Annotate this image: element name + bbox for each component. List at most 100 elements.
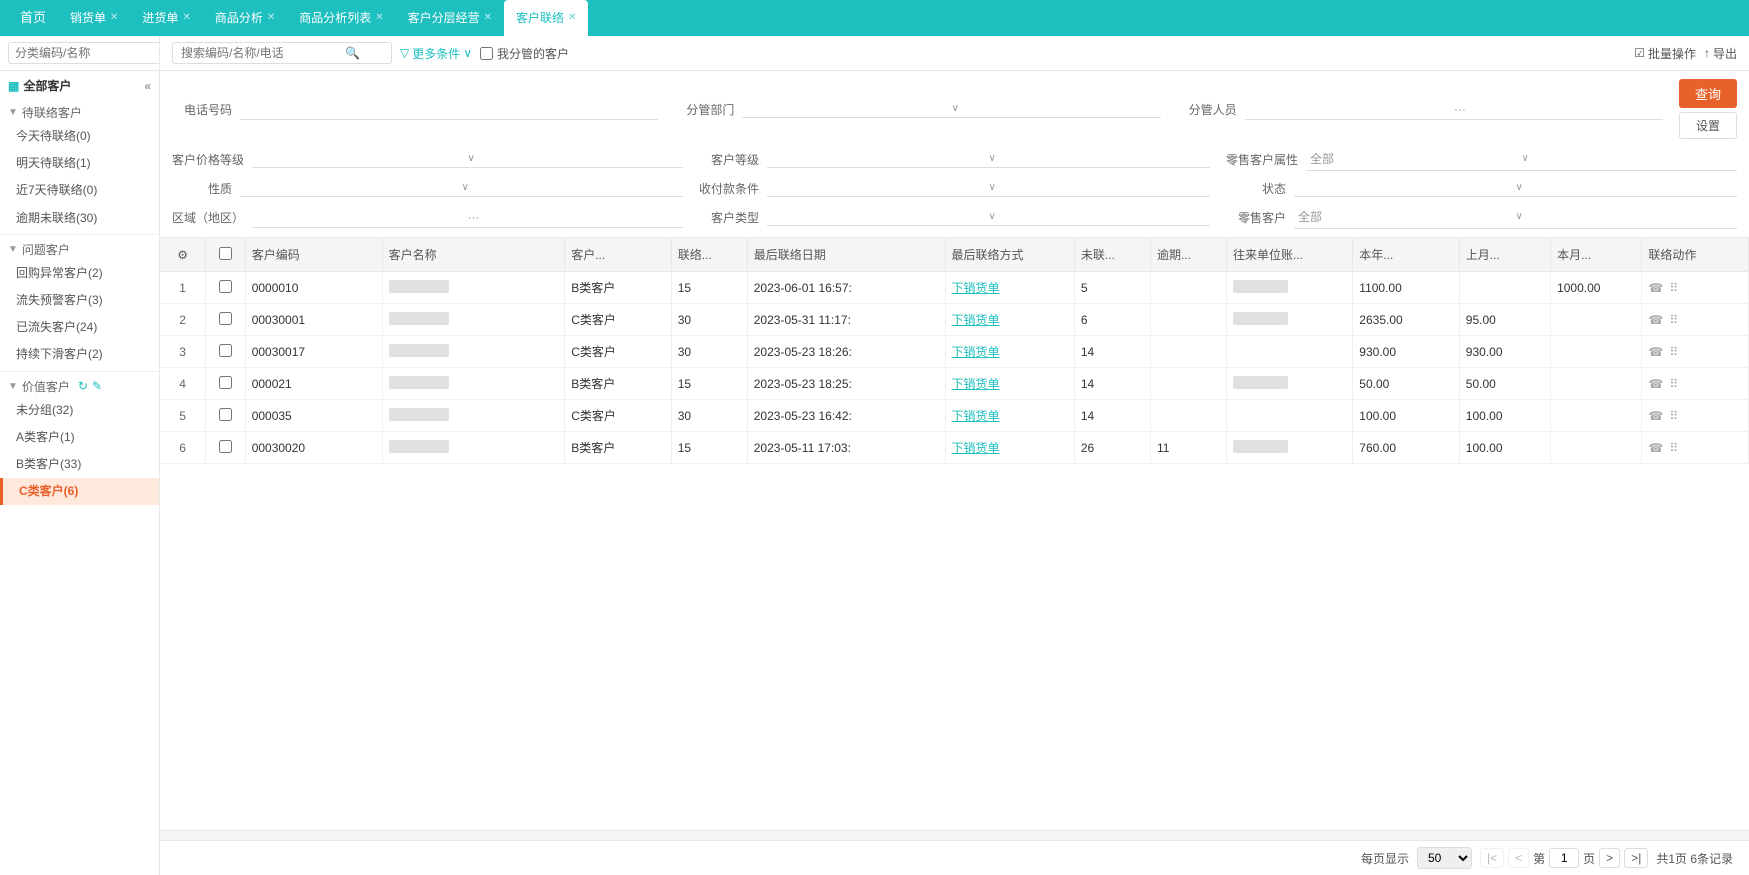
sidebar-item-class-a[interactable]: A类客户(1) (0, 424, 159, 451)
row-lastmon: 100.00 (1459, 400, 1550, 432)
row-overdue (1150, 336, 1226, 368)
nav-sales-order[interactable]: 销货单 ✕ (58, 0, 130, 36)
row-checkbox[interactable] (206, 304, 246, 336)
page-navigation: |< < 第 页 > >| (1480, 848, 1648, 868)
close-icon[interactable]: ✕ (182, 0, 190, 36)
cust-type-select[interactable]: ∨ (767, 208, 1210, 226)
price-grade-select[interactable]: ∨ (252, 150, 683, 168)
refresh-icon[interactable]: ↻ (78, 379, 88, 393)
filter-gender: 性质 ∨ (172, 179, 683, 197)
manager-select[interactable]: ··· (1245, 99, 1663, 120)
sidebar-item-today-wait[interactable]: 今天待联络(0) (0, 123, 159, 150)
row-action: ☎ ⠿ (1642, 368, 1749, 400)
filter-icon: ▽ (400, 46, 409, 60)
row-lastdate: 2023-05-31 11:17: (747, 304, 945, 336)
row-thismon (1551, 400, 1642, 432)
grid-action-icon[interactable]: ⠿ (1669, 441, 1678, 455)
page-input[interactable] (1549, 848, 1579, 868)
arrow-down-icon: ▼ (8, 107, 18, 118)
sidebar-item-class-c[interactable]: C类客户(6) (0, 478, 159, 505)
filter-row-2: 客户价格等级 ∨ 客户等级 ∨ 零售客户属性 全部 (172, 147, 1737, 171)
close-icon[interactable]: ✕ (110, 0, 118, 36)
nav-product-analysis[interactable]: 商品分析 ✕ (203, 0, 287, 36)
col-header-type: 客户... (565, 238, 672, 272)
edit-icon[interactable]: ✎ (92, 379, 102, 393)
sidebar-item-overdue-wait[interactable]: 逾期未联络(30) (0, 205, 159, 232)
nav-home[interactable]: 首页 (8, 0, 58, 36)
query-button[interactable]: 查询 (1679, 79, 1737, 108)
phone-icon[interactable]: ☎ (1648, 441, 1663, 455)
close-icon[interactable]: ✕ (484, 0, 492, 36)
phone-icon[interactable]: ☎ (1648, 313, 1663, 327)
prev-page-btn[interactable]: < (1508, 848, 1529, 868)
row-checkbox[interactable] (206, 368, 246, 400)
row-contact: 30 (671, 336, 747, 368)
more-conditions-btn[interactable]: ▽ 更多条件 ∨ (400, 45, 472, 62)
sidebar-item-7days-wait[interactable]: 近7天待联络(0) (0, 177, 159, 204)
sidebar-item-ungrouped[interactable]: 未分组(32) (0, 397, 159, 424)
area-select[interactable]: ··· (252, 207, 683, 228)
sidebar-item-churn-warning[interactable]: 流失预警客户(3) (0, 287, 159, 314)
grid-action-icon[interactable]: ⠿ (1669, 281, 1678, 295)
phone-icon[interactable]: ☎ (1648, 345, 1663, 359)
sidebar-item-churned[interactable]: 已流失客户(24) (0, 314, 159, 341)
dotdot-icon[interactable]: ··· (1450, 102, 1659, 116)
sidebar-all-customers[interactable]: ▦ 全部客户 « (0, 71, 159, 100)
my-customers-checkbox-label[interactable]: 我分管的客户 (480, 45, 569, 62)
close-icon[interactable]: ✕ (375, 0, 383, 36)
nav-customer-stratification[interactable]: 客户分层经营 ✕ (396, 0, 504, 36)
last-page-btn[interactable]: >| (1624, 848, 1648, 868)
phone-icon[interactable]: ☎ (1648, 281, 1663, 295)
sidebar-search-input[interactable] (8, 42, 160, 64)
dotdot-icon[interactable]: ··· (464, 210, 680, 224)
export-btn[interactable]: ↑ 导出 (1704, 45, 1737, 62)
search-input[interactable] (181, 46, 341, 60)
retail-select[interactable]: 全部 ∨ (1294, 205, 1737, 229)
filter-retail: 零售客户 全部 ∨ (1226, 205, 1737, 229)
payment-select[interactable]: ∨ (767, 179, 1210, 197)
status-select[interactable]: ∨ (1294, 179, 1737, 197)
nav-purchase-order[interactable]: 进货单 ✕ (130, 0, 202, 36)
phone-icon[interactable]: ☎ (1648, 377, 1663, 391)
toolbar: 🔍 ▽ 更多条件 ∨ 我分管的客户 ☑ 批量操作 ↑ 导出 (160, 36, 1749, 71)
sidebar-item-tomorrow-wait[interactable]: 明天待联络(1) (0, 150, 159, 177)
col-header-settings[interactable]: ⚙ (160, 238, 206, 272)
grid-action-icon[interactable]: ⠿ (1669, 345, 1678, 359)
row-checkbox[interactable] (206, 336, 246, 368)
phone-icon[interactable]: ☎ (1648, 409, 1663, 423)
grid-action-icon[interactable]: ⠿ (1669, 377, 1678, 391)
select-all-checkbox[interactable] (219, 247, 232, 260)
first-page-btn[interactable]: |< (1480, 848, 1504, 868)
sidebar-item-repurchase-anomaly[interactable]: 回购异常客户(2) (0, 260, 159, 287)
filter-area: 区域（地区） ··· (172, 207, 683, 228)
sidebar-item-class-b[interactable]: B类客户(33) (0, 451, 159, 478)
cust-grade-select[interactable]: ∨ (767, 150, 1210, 168)
grid-action-icon[interactable]: ⠿ (1669, 313, 1678, 327)
per-page-select[interactable]: 50 100 (1417, 847, 1472, 869)
grid-action-icon[interactable]: ⠿ (1669, 409, 1678, 423)
horizontal-scrollbar[interactable] (160, 830, 1749, 840)
dept-select[interactable]: ∨ (742, 100, 1160, 118)
set-button[interactable]: 设置 (1679, 112, 1737, 139)
row-checkbox[interactable] (206, 272, 246, 304)
col-header-contact: 联络... (671, 238, 747, 272)
row-checkbox[interactable] (206, 432, 246, 464)
batch-op-btn[interactable]: ☑ 批量操作 (1634, 45, 1696, 62)
next-page-btn[interactable]: > (1599, 848, 1620, 868)
search-icon[interactable]: 🔍 (345, 46, 360, 60)
row-checkbox[interactable] (206, 400, 246, 432)
gender-select[interactable]: ∨ (240, 179, 683, 197)
filter-payment: 收付款条件 ∨ (699, 179, 1210, 197)
settings-icon[interactable]: ⚙ (177, 248, 188, 262)
close-icon[interactable]: ✕ (267, 0, 275, 36)
close-icon[interactable]: ✕ (568, 0, 576, 36)
row-num: 1 (160, 272, 206, 304)
nav-product-analysis-list[interactable]: 商品分析列表 ✕ (287, 0, 395, 36)
sidebar-item-declining[interactable]: 持续下滑客户(2) (0, 341, 159, 368)
row-contact: 15 (671, 432, 747, 464)
collapse-icon[interactable]: « (144, 79, 151, 93)
phone-input[interactable] (240, 99, 658, 120)
retail-attr-select[interactable]: 全部 ∨ (1306, 147, 1737, 171)
my-customers-checkbox[interactable] (480, 47, 493, 60)
nav-customer-contact[interactable]: 客户联络 ✕ (504, 0, 588, 36)
